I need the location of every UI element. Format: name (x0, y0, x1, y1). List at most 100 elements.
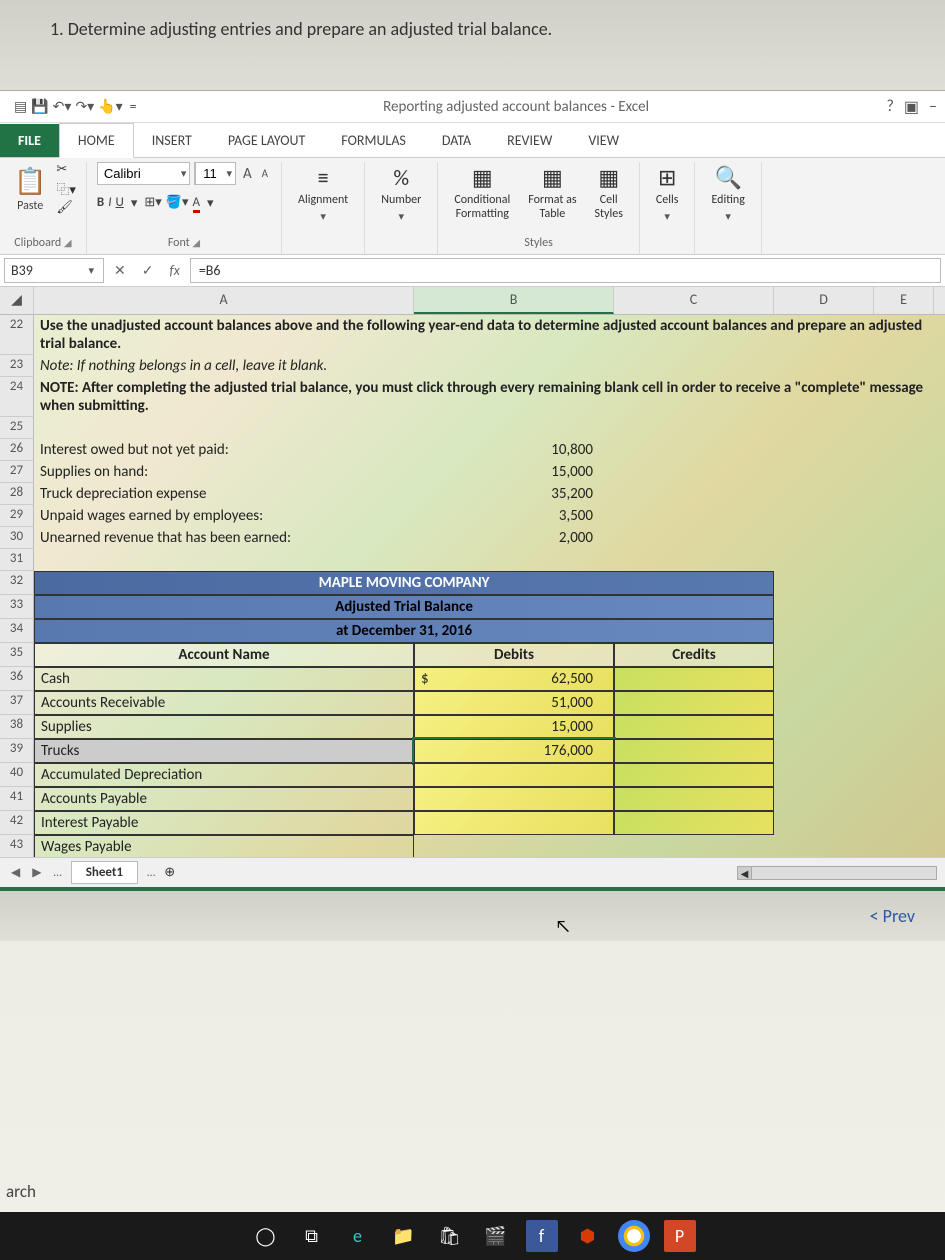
fill-color-icon[interactable]: 🪣▾ (166, 195, 189, 213)
cell-c35[interactable]: Credits (614, 643, 774, 667)
row-header[interactable]: 24 (0, 377, 34, 417)
cell-c42[interactable] (614, 811, 774, 835)
italic-button[interactable]: I (108, 195, 111, 213)
sheet-tab-sheet1[interactable]: Sheet1 (71, 861, 138, 884)
cell-a29[interactable]: Unpaid wages earned by employees: (34, 505, 414, 527)
cell-a28[interactable]: Truck depreciation expense (34, 483, 414, 505)
fx-icon[interactable]: fx (163, 260, 185, 281)
cell-a24[interactable]: NOTE: After completing the adjusted tria… (34, 377, 934, 417)
row-header[interactable]: 38 (0, 715, 34, 739)
cell-b40[interactable] (414, 763, 614, 787)
cell-styles-button[interactable]: Cell Styles (595, 193, 623, 221)
tab-home[interactable]: HOME (59, 123, 134, 158)
file-explorer-icon[interactable]: 📁 (388, 1220, 420, 1252)
cell-a23[interactable]: Note: If nothing belongs in a cell, leav… (34, 355, 934, 377)
cell-b38[interactable]: 15,000 (414, 715, 614, 739)
cell-a25[interactable] (34, 417, 414, 439)
format-as-table-button[interactable]: Format as Table (528, 193, 576, 221)
font-color-icon[interactable]: A (193, 195, 201, 213)
col-c[interactable]: C (614, 287, 774, 314)
ribbon-display-icon[interactable]: ▣ (904, 97, 919, 117)
cell-a37[interactable]: Accounts Receivable (34, 691, 414, 715)
cell-a32[interactable]: MAPLE MOVING COMPANY (34, 571, 774, 595)
cell-a27[interactable]: Supplies on hand: (34, 461, 414, 483)
alignment-icon[interactable]: ≡ (318, 164, 329, 191)
cell-b36[interactable]: $62,500 (414, 667, 614, 691)
cell-a43[interactable]: Wages Payable (34, 835, 414, 857)
cells-icon[interactable]: ⊞ (658, 164, 676, 191)
alignment-button[interactable]: Alignment (298, 193, 348, 207)
cell-b26[interactable]: 10,800 (414, 439, 614, 461)
shrink-font-icon[interactable]: A (259, 166, 271, 181)
cell-a33[interactable]: Adjusted Trial Balance (34, 595, 774, 619)
cell-c39[interactable] (614, 739, 774, 763)
sheet-nav-next-icon[interactable]: ▶ (29, 865, 44, 880)
row-header[interactable]: 27 (0, 461, 34, 483)
cell-b41[interactable] (414, 787, 614, 811)
col-b[interactable]: B (414, 287, 614, 314)
conditional-formatting-button[interactable]: Conditional Formatting (454, 193, 510, 221)
cell-a41[interactable]: Accounts Payable (34, 787, 414, 811)
format-as-table-icon[interactable]: ▦ (542, 164, 563, 191)
edge-icon[interactable]: e (342, 1220, 374, 1252)
col-e[interactable]: E (874, 287, 934, 314)
new-sheet-icon[interactable]: ⊕ (164, 865, 175, 880)
copy-icon[interactable]: ⿻▾ (56, 179, 76, 198)
row-header[interactable]: 30 (0, 527, 34, 549)
col-a[interactable]: A (34, 287, 414, 314)
paste-button[interactable]: Paste (17, 199, 43, 213)
cell-b42[interactable] (414, 811, 614, 835)
sheet-nav-menu[interactable]: … (144, 866, 158, 880)
movies-icon[interactable]: 🎬 (480, 1220, 512, 1252)
col-d[interactable]: D (774, 287, 874, 314)
cell-a42[interactable]: Interest Payable (34, 811, 414, 835)
task-view-icon[interactable]: ⧉ (296, 1220, 328, 1252)
cell-a40[interactable]: Accumulated Depreciation (34, 763, 414, 787)
powerpoint-icon[interactable]: P (664, 1220, 696, 1252)
save-icon[interactable]: 💾 (31, 98, 48, 115)
tab-formulas[interactable]: FORMULAS (323, 124, 424, 157)
border-icon[interactable]: ⊞▾ (144, 195, 161, 213)
font-size-dropdown[interactable]: ▾ (194, 162, 236, 185)
bold-button[interactable]: B (97, 195, 104, 213)
cell-b35[interactable]: Debits (414, 643, 614, 667)
underline-button[interactable]: U (115, 195, 123, 213)
cell-a36[interactable]: Cash (34, 667, 414, 691)
cell-c37[interactable] (614, 691, 774, 715)
chrome-icon[interactable] (618, 1220, 650, 1252)
font-name-input[interactable] (98, 163, 178, 184)
formula-bar[interactable]: =B6 (190, 258, 941, 283)
number-button[interactable]: Number (381, 193, 421, 207)
row-header[interactable]: 23 (0, 355, 34, 377)
enter-formula-icon[interactable]: ✓ (136, 260, 160, 281)
conditional-formatting-icon[interactable]: ▦ (472, 164, 493, 191)
format-painter-icon[interactable]: 🖌 (56, 200, 76, 215)
cell-b37[interactable]: 51,000 (414, 691, 614, 715)
cell-a26[interactable]: Interest owed but not yet paid: (34, 439, 414, 461)
row-header[interactable]: 39 (0, 739, 34, 763)
row-header[interactable]: 41 (0, 787, 34, 811)
tab-review[interactable]: REVIEW (489, 124, 570, 157)
cell-a35[interactable]: Account Name (34, 643, 414, 667)
touch-mode-icon[interactable]: 👆▾ (98, 98, 122, 115)
cell-a34[interactable]: at December 31, 2016 (34, 619, 774, 643)
row-header[interactable]: 22 (0, 315, 34, 355)
row-header[interactable]: 37 (0, 691, 34, 715)
horizontal-scrollbar[interactable]: ◀ (737, 866, 937, 880)
font-size-input[interactable] (195, 163, 223, 184)
cell-c38[interactable] (614, 715, 774, 739)
editing-button[interactable]: Editing (711, 193, 744, 207)
cell-b27[interactable]: 15,000 (414, 461, 614, 483)
prev-button[interactable]: < Prev (870, 905, 915, 927)
select-all-corner[interactable]: ◢ (0, 287, 34, 314)
cut-icon[interactable]: ✂ (56, 162, 76, 177)
tab-insert[interactable]: INSERT (134, 124, 210, 157)
cell-a22[interactable]: Use the unadjusted account balances abov… (34, 315, 934, 355)
row-header[interactable]: 28 (0, 483, 34, 505)
row-header[interactable]: 26 (0, 439, 34, 461)
row-header[interactable]: 31 (0, 549, 34, 571)
cancel-formula-icon[interactable]: ✕ (108, 260, 132, 281)
help-icon[interactable]: ? (886, 97, 893, 117)
redo-icon[interactable]: ↷▾ (75, 98, 94, 115)
tab-file[interactable]: FILE (0, 124, 59, 157)
